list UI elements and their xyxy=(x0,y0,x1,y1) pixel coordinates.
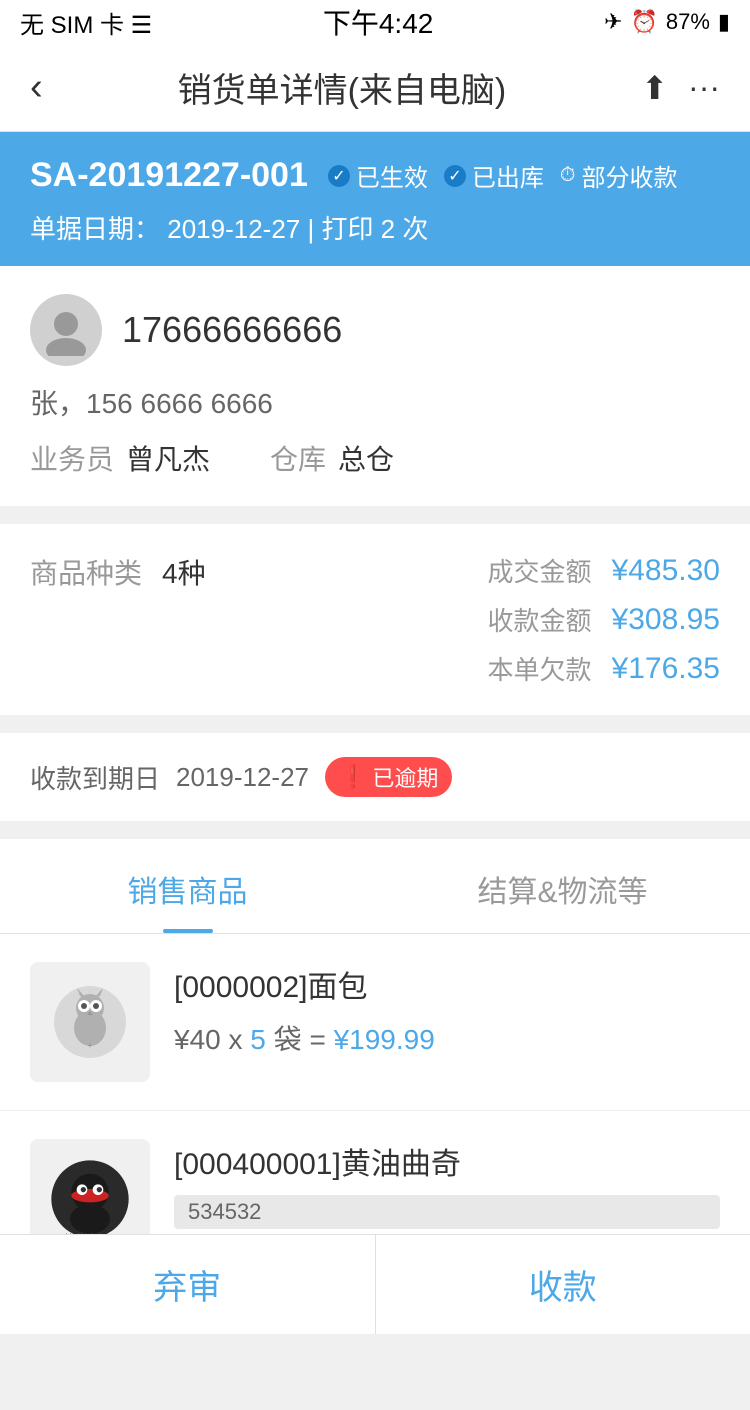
due-section: 收款到期日 2019-12-27 ❗ 已逾期 xyxy=(0,733,750,821)
debt-label: 本单欠款 xyxy=(488,650,592,687)
more-icon[interactable]: ··· xyxy=(688,69,720,106)
sales-item: 业务员 曾凡杰 xyxy=(30,438,210,478)
alarm-icon: ⏰ xyxy=(630,9,657,35)
due-label: 收款到期日 xyxy=(30,759,160,796)
order-id: SA-20191227-001 xyxy=(30,156,308,195)
customer-name: 张，156 6666 6666 xyxy=(30,382,720,422)
warehouse-label: 仓库 xyxy=(270,438,326,478)
customer-section: 17666666666 张，156 6666 6666 业务员 曾凡杰 仓库 总… xyxy=(0,266,750,506)
received-value: ¥308.95 xyxy=(612,603,720,637)
status-right: ✈ ⏰ 87% ▮ xyxy=(604,9,730,35)
stats-section: 商品种类 4种 成交金额 ¥485.30 收款金额 ¥308.95 本单欠款 ¥… xyxy=(0,524,750,715)
overdue-icon: ❗ xyxy=(339,764,366,790)
date-value: 2019-12-27 xyxy=(167,214,300,244)
type-value: 4种 xyxy=(162,552,206,592)
type-label: 商品种类 xyxy=(30,552,142,592)
back-button[interactable]: ‹ xyxy=(30,66,43,109)
check-icon-2: ✓ xyxy=(444,165,466,187)
divider-2 xyxy=(0,717,750,733)
stats-right: 成交金额 ¥485.30 收款金额 ¥308.95 本单欠款 ¥176.35 xyxy=(488,552,720,687)
product-info-1: [0000002]面包 ¥40 x 5 袋 = ¥199.99 xyxy=(174,962,720,1082)
battery-text: 87% xyxy=(666,9,710,35)
amount-value: ¥485.30 xyxy=(612,554,720,588)
product-thumb-1: + xyxy=(30,962,150,1082)
share-icon[interactable]: ⬆ xyxy=(641,69,668,107)
avatar xyxy=(30,294,102,366)
header-row1: SA-20191227-001 ✓ 已生效 ✓ 已出库 ⏱ 部分收款 xyxy=(30,156,720,195)
divider-3 xyxy=(0,823,750,839)
received-row: 收款金额 ¥308.95 xyxy=(488,601,720,638)
unit-1: 袋 xyxy=(274,1024,302,1055)
collect-button[interactable]: 收款 xyxy=(376,1235,750,1334)
nav-bar: ‹ 销货单详情(来自电脑) ⬆ ··· xyxy=(0,44,750,132)
product-sku-1: [0000002]面包 xyxy=(174,962,720,1006)
header-banner: SA-20191227-001 ✓ 已生效 ✓ 已出库 ⏱ 部分收款 单据日期：… xyxy=(0,132,750,266)
clock-icon: ⏱ xyxy=(560,164,576,187)
status-tags: ✓ 已生效 ✓ 已出库 ⏱ 部分收款 xyxy=(328,158,678,193)
product-sku-2: [000400001]黄油曲奇 xyxy=(174,1139,720,1183)
date-label: 单据日期： xyxy=(30,214,160,244)
sales-label: 业务员 xyxy=(30,438,114,478)
sim-text: 无 SIM 卡 ☰ xyxy=(20,5,152,40)
status-shipped: ✓ 已出库 xyxy=(444,158,544,193)
status-effective: ✓ 已生效 xyxy=(328,158,428,193)
print-text: | 打印 2 次 xyxy=(307,214,428,244)
customer-top: 17666666666 xyxy=(30,294,720,366)
amount-label: 成交金额 xyxy=(488,552,592,589)
bottom-bar: 弃审 收款 xyxy=(0,1234,750,1334)
debt-row: 本单欠款 ¥176.35 xyxy=(488,650,720,687)
warehouse-item: 仓库 总仓 xyxy=(270,438,394,478)
customer-meta: 业务员 曾凡杰 仓库 总仓 xyxy=(30,438,720,478)
due-date: 2019-12-27 xyxy=(176,762,309,793)
status-partial: ⏱ 部分收款 xyxy=(560,158,678,193)
debt-value: ¥176.35 xyxy=(612,652,720,686)
qty-1: 5 xyxy=(250,1024,266,1055)
received-label: 收款金额 xyxy=(488,601,592,638)
overdue-text: 已逾期 xyxy=(372,761,438,793)
sales-value: 曾凡杰 xyxy=(126,438,210,478)
page-title: 销货单详情(来自电脑) xyxy=(178,63,507,112)
price-text-1: ¥40 xyxy=(174,1024,221,1055)
total-1: ¥199.99 xyxy=(334,1024,435,1055)
warehouse-value: 总仓 xyxy=(338,438,394,478)
product-item-1: + [0000002]面包 ¥40 x 5 袋 = ¥199.99 xyxy=(0,934,750,1111)
stats-left: 商品种类 4种 xyxy=(30,552,206,592)
reject-button[interactable]: 弃审 xyxy=(0,1235,376,1334)
tab-products[interactable]: 销售商品 xyxy=(0,839,375,933)
amount-row: 成交金额 ¥485.30 xyxy=(488,552,720,589)
tabs-section: 销售商品 结算&物流等 xyxy=(0,839,750,934)
divider-1 xyxy=(0,508,750,524)
battery-icon: ▮ xyxy=(718,9,730,35)
tab-settlement[interactable]: 结算&物流等 xyxy=(375,839,750,933)
nav-actions: ⬆ ··· xyxy=(641,69,720,107)
header-row2: 单据日期： 2019-12-27 | 打印 2 次 xyxy=(30,209,720,246)
status-bar: 无 SIM 卡 ☰ 下午4:42 ✈ ⏰ 87% ▮ xyxy=(0,0,750,44)
status-left: 无 SIM 卡 ☰ xyxy=(20,5,152,40)
product-price-1: ¥40 x 5 袋 = ¥199.99 xyxy=(174,1018,720,1058)
customer-phone: 17666666666 xyxy=(122,309,342,351)
overdue-badge: ❗ 已逾期 xyxy=(325,757,452,797)
location-icon: ✈ xyxy=(604,9,622,35)
product-tag-2: 534532 xyxy=(174,1195,720,1229)
svg-text:+: + xyxy=(88,1041,93,1050)
time-display: 下午4:42 xyxy=(323,2,434,42)
check-icon-1: ✓ xyxy=(328,165,350,187)
